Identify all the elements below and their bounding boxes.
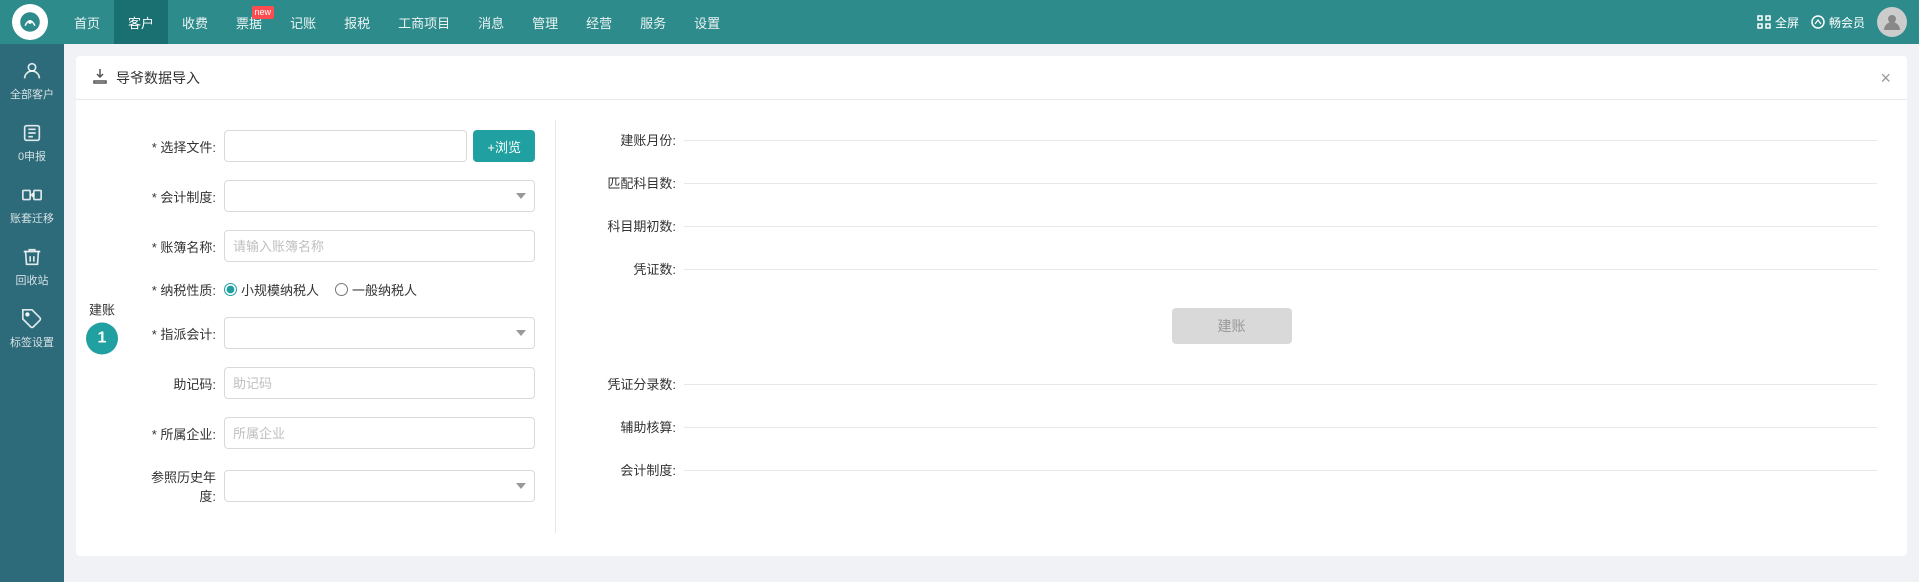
nav-accounts[interactable]: 记账	[276, 0, 330, 44]
initial-amount-row: 科目期初数:	[586, 216, 1877, 235]
main-layout: 全部客户 0申报 账套迁移 回收站 标签设置 导爷数据导入 ×	[0, 44, 1919, 582]
aux-accounting-label: 辅助核算:	[586, 417, 676, 436]
initial-amount-value	[684, 224, 1877, 227]
aux-accounting-value	[684, 425, 1877, 428]
accounting-system-select[interactable]	[224, 180, 535, 212]
nav-right: 全屏 畅会员	[1757, 7, 1907, 37]
tax-type-radio-group: 小规模纳税人 一般纳税人	[224, 280, 535, 299]
ledger-name-input[interactable]	[224, 230, 535, 262]
accountant-label: * 指派会计:	[136, 324, 216, 343]
fullscreen-button[interactable]: 全屏	[1757, 14, 1799, 31]
file-label: * 选择文件:	[136, 137, 216, 156]
initial-amount-label: 科目期初数:	[586, 216, 676, 235]
accounting-system-row: * 会计制度:	[136, 180, 535, 212]
vouchers-value	[684, 267, 1877, 270]
tax-general-option[interactable]: 一般纳税人	[335, 280, 417, 299]
match-subjects-value	[684, 181, 1877, 184]
create-account-button[interactable]: 建账	[1172, 308, 1292, 344]
sidebar-item-declaration[interactable]: 0申报	[2, 114, 62, 172]
match-subjects-label: 匹配科目数:	[586, 173, 676, 192]
modal-title: 导爷数据导入	[116, 68, 200, 88]
content-area: 导爷数据导入 × 建账 1 * 选择文件: +浏览	[64, 44, 1919, 582]
voucher-entries-value	[684, 382, 1877, 385]
match-subjects-row: 匹配科目数:	[586, 173, 1877, 192]
info-section: 建账月份: 匹配科目数: 科目期初数: 凭证数:	[556, 120, 1907, 533]
file-input-group: +浏览	[224, 130, 535, 162]
modal-header: 导爷数据导入	[76, 56, 1907, 100]
user-avatar[interactable]	[1877, 7, 1907, 37]
sidebar-item-recycle[interactable]: 回收站	[2, 238, 62, 296]
company-label: * 所属企业:	[136, 424, 216, 443]
voucher-entries-label: 凭证分录数:	[586, 374, 676, 393]
tax-type-row: * 纳税性质: 小规模纳税人 一般纳税人	[136, 280, 535, 299]
form-section: 建账 1 * 选择文件: +浏览 * 会计制度:	[76, 120, 556, 533]
top-nav: 首页 客户 收费 票据 new 记账 报税 工商项目 消息 管理 经营 服务 设…	[0, 0, 1919, 44]
browse-button[interactable]: +浏览	[473, 130, 535, 162]
company-row: * 所属企业:	[136, 417, 535, 449]
nav-items: 首页 客户 收费 票据 new 记账 报税 工商项目 消息 管理 经营 服务 设…	[60, 0, 1757, 44]
tax-type-label: * 纳税性质:	[136, 280, 216, 299]
modal-close-button[interactable]: ×	[1880, 68, 1891, 89]
step-number: 1	[86, 322, 118, 354]
nav-customers[interactable]: 客户	[114, 0, 168, 44]
vip-button[interactable]: 畅会员	[1811, 14, 1865, 31]
tax-small-radio[interactable]	[224, 283, 237, 296]
sidebar-item-label: 回收站	[16, 272, 49, 288]
memo-row: 助记码:	[136, 367, 535, 399]
memo-label: 助记码:	[136, 374, 216, 393]
company-input[interactable]	[224, 417, 535, 449]
tax-small-option[interactable]: 小规模纳税人	[224, 280, 319, 299]
nav-management[interactable]: 管理	[518, 0, 572, 44]
nav-home[interactable]: 首页	[60, 0, 114, 44]
ledger-name-label: * 账簿名称:	[136, 237, 216, 256]
modal-card: 导爷数据导入 × 建账 1 * 选择文件: +浏览	[76, 56, 1907, 556]
build-month-value	[684, 138, 1877, 141]
ledger-name-row: * 账簿名称:	[136, 230, 535, 262]
nav-settings[interactable]: 设置	[680, 0, 734, 44]
nav-services[interactable]: 服务	[626, 0, 680, 44]
nav-business[interactable]: 工商项目	[384, 0, 464, 44]
nav-messages[interactable]: 消息	[464, 0, 518, 44]
sidebar-item-label: 0申报	[18, 148, 46, 164]
sidebar: 全部客户 0申报 账套迁移 回收站 标签设置	[0, 44, 64, 582]
history-year-select[interactable]	[224, 470, 535, 502]
vouchers-label: 凭证数:	[586, 259, 676, 278]
step-badge: 建账 1	[86, 299, 118, 354]
nav-billing[interactable]: 收费	[168, 0, 222, 44]
history-year-row: 参照历史年度:	[136, 467, 535, 505]
modal-body: 建账 1 * 选择文件: +浏览 * 会计制度:	[76, 100, 1907, 553]
new-badge: new	[252, 6, 275, 19]
voucher-entries-row: 凭证分录数:	[586, 374, 1877, 393]
import-icon	[92, 68, 108, 87]
tax-general-label: 一般纳税人	[352, 280, 417, 299]
sidebar-item-label: 全部客户	[10, 86, 54, 102]
build-month-row: 建账月份:	[586, 130, 1877, 149]
nav-invoices[interactable]: 票据 new	[222, 0, 276, 44]
file-text-input[interactable]	[224, 130, 467, 162]
vouchers-row: 凭证数:	[586, 259, 1877, 278]
sidebar-item-all-customers[interactable]: 全部客户	[2, 52, 62, 110]
aux-accounting-row: 辅助核算:	[586, 417, 1877, 436]
history-year-label: 参照历史年度:	[136, 467, 216, 505]
accountant-row: * 指派会计:	[136, 317, 535, 349]
tax-small-label: 小规模纳税人	[241, 280, 319, 299]
file-row: * 选择文件: +浏览	[136, 130, 535, 162]
accounting-system-label: * 会计制度:	[136, 187, 216, 206]
sidebar-item-label: 标签设置	[10, 334, 54, 350]
info-accounting-system-value	[684, 468, 1877, 471]
accountant-select[interactable]	[224, 317, 535, 349]
tax-general-radio[interactable]	[335, 283, 348, 296]
step-label: 建账	[89, 299, 115, 318]
nav-operations[interactable]: 经营	[572, 0, 626, 44]
info-accounting-system-label: 会计制度:	[586, 460, 676, 479]
info-accounting-system-row: 会计制度:	[586, 460, 1877, 479]
build-month-label: 建账月份:	[586, 130, 676, 149]
nav-tax[interactable]: 报税	[330, 0, 384, 44]
app-logo	[12, 4, 48, 40]
sidebar-item-migration[interactable]: 账套迁移	[2, 176, 62, 234]
sidebar-item-label: 账套迁移	[10, 210, 54, 226]
memo-input[interactable]	[224, 367, 535, 399]
sidebar-item-tags[interactable]: 标签设置	[2, 300, 62, 358]
